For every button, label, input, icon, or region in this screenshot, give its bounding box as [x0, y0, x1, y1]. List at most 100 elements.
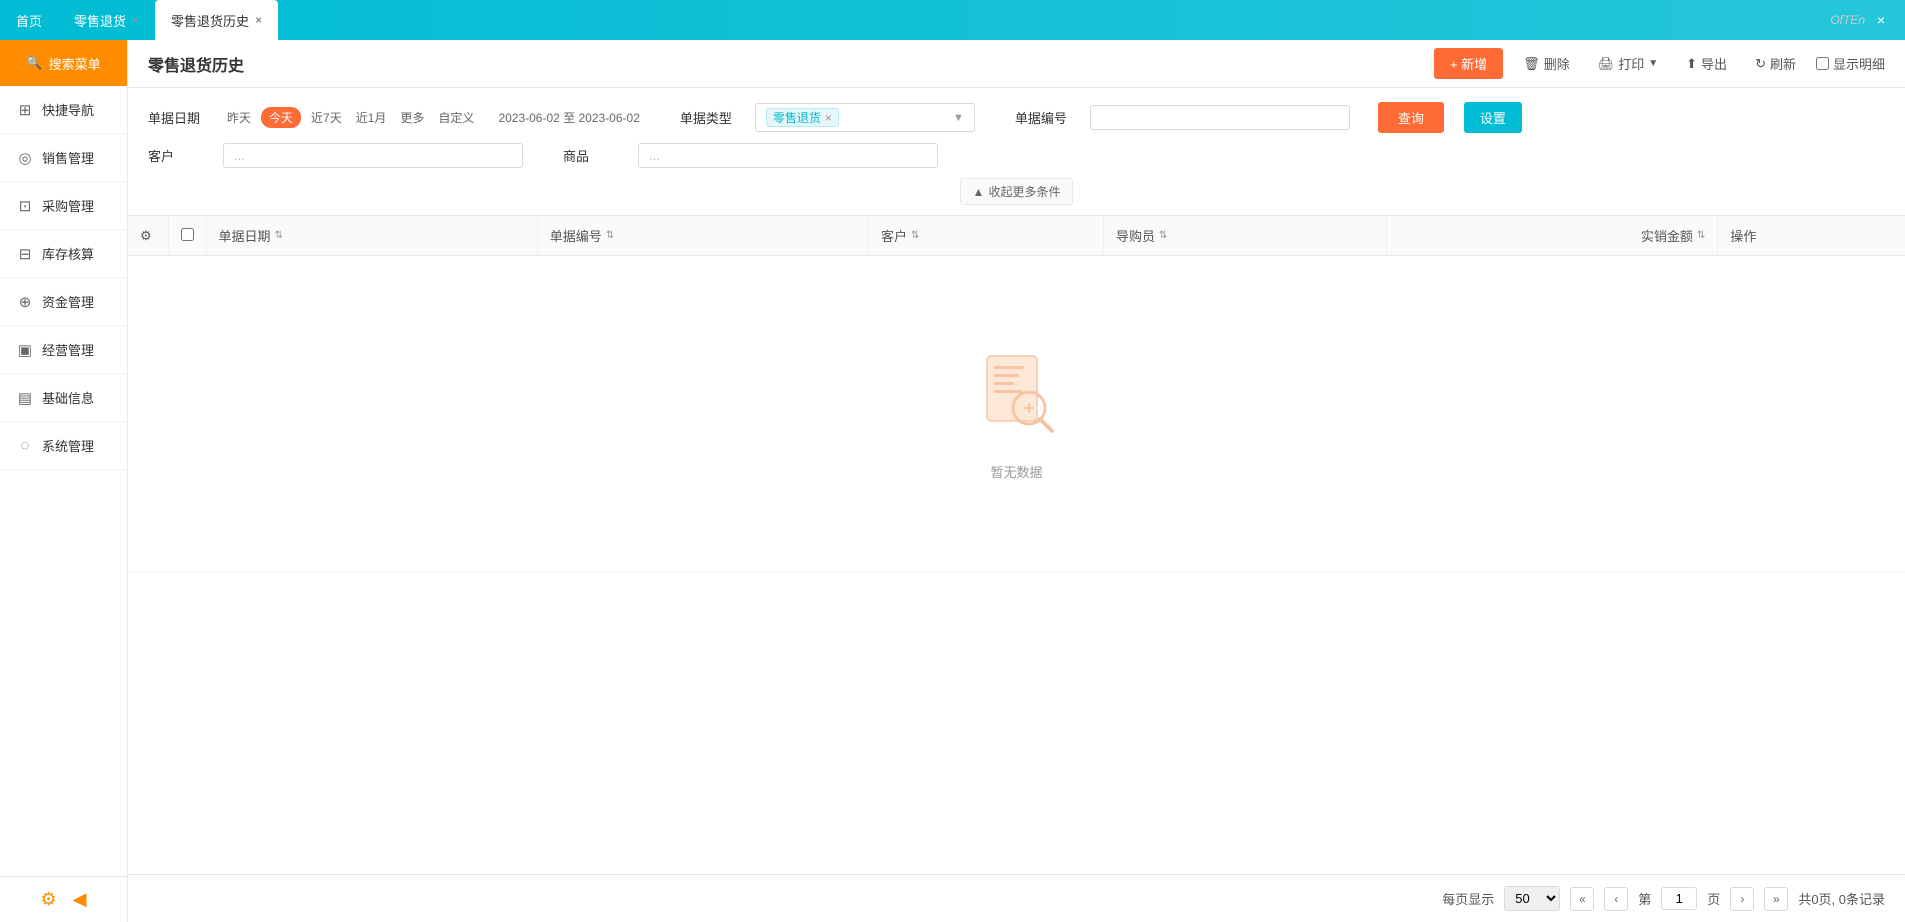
window-close-button[interactable]: ×: [1873, 12, 1889, 28]
th-guide[interactable]: 导购员 ⇅: [1103, 216, 1386, 256]
customer-placeholder: ...: [234, 148, 245, 163]
sidebar-item-operations-label: 经营管理: [42, 340, 94, 359]
filter-area: 单据日期 昨天 今天 近7天 近1月 更多 自定义 2023-06-02 至 2…: [128, 88, 1905, 216]
voucher-no-label: 单据编号: [1015, 108, 1070, 127]
date-btn-more[interactable]: 更多: [396, 107, 428, 128]
table-body: 暂无数据: [128, 256, 1905, 572]
th-no-label: 单据编号: [550, 226, 602, 245]
delete-button[interactable]: 🗑 删除: [1515, 50, 1578, 77]
tab-home[interactable]: 首页: [0, 0, 58, 40]
quick-nav-icon: ⊞: [16, 101, 34, 119]
tab-retail-return-close[interactable]: ×: [132, 13, 139, 27]
th-no-sort-icon: ⇅: [606, 230, 614, 241]
sidebar-item-sales-mgmt[interactable]: ◎ 销售管理: [0, 134, 127, 182]
th-date[interactable]: 单据日期 ⇅: [206, 216, 537, 256]
page-size-label: 每页显示: [1442, 889, 1494, 908]
th-date-sort[interactable]: 单据日期 ⇅: [219, 226, 525, 245]
query-button[interactable]: 查询: [1378, 102, 1444, 133]
tab-retail-return-history-close[interactable]: ×: [255, 13, 262, 27]
th-checkbox[interactable]: [168, 216, 206, 256]
th-settings[interactable]: ⚙: [128, 216, 168, 256]
th-amount[interactable]: 实销金额 ⇅: [1387, 216, 1718, 256]
page-next-button[interactable]: ›: [1730, 887, 1754, 911]
date-btn-7days[interactable]: 近7天: [307, 107, 346, 128]
goods-select[interactable]: ...: [638, 143, 938, 168]
filter-row-1: 单据日期 昨天 今天 近7天 近1月 更多 自定义 2023-06-02 至 2…: [148, 102, 1885, 133]
th-action-label: 操作: [1730, 229, 1756, 244]
show-detail-checkbox-wrap[interactable]: 显示明细: [1816, 54, 1885, 73]
sidebar-item-inventory-label: 库存核算: [42, 244, 94, 263]
tab-retail-return[interactable]: 零售退货 ×: [58, 0, 155, 40]
search-icon: 🔍: [26, 55, 42, 71]
table-header-row: ⚙ 单据日期 ⇅ 单据编号: [128, 216, 1905, 256]
content-area: 零售退货历史 + 新增 🗑 删除 🖨 打印 ▼ ⬆ 导出 ↻: [128, 40, 1905, 922]
print-icon: 🖨: [1598, 56, 1615, 72]
sidebar-item-finance-label: 资金管理: [42, 292, 94, 311]
collapse-button[interactable]: ▲ 收起更多条件: [960, 178, 1074, 205]
sidebar-search[interactable]: 🔍 搜索菜单: [0, 40, 127, 86]
voucher-type-label: 单据类型: [680, 108, 735, 127]
th-no[interactable]: 单据编号 ⇅: [537, 216, 868, 256]
voucher-type-tag-close[interactable]: ×: [825, 111, 832, 125]
page-header: 零售退货历史 + 新增 🗑 删除 🖨 打印 ▼ ⬆ 导出 ↻: [128, 40, 1905, 88]
settings-button[interactable]: 设置: [1464, 102, 1522, 133]
select-all-checkbox[interactable]: [181, 228, 194, 241]
date-btn-1month[interactable]: 近1月: [352, 107, 391, 128]
collapse-label: 收起更多条件: [988, 183, 1060, 200]
inventory-icon: ⊟: [16, 245, 34, 263]
basic-info-icon: ▤: [16, 389, 34, 407]
th-customer[interactable]: 客户 ⇅: [869, 216, 1104, 256]
th-amount-sort[interactable]: 实销金额 ⇅: [1399, 226, 1705, 245]
empty-state-illustration: [967, 346, 1067, 446]
sidebar-collapse-icon[interactable]: ◀: [73, 889, 87, 910]
customer-filter-label: 客户: [148, 146, 203, 165]
sidebar-item-purchase-mgmt[interactable]: ⊡ 采购管理: [0, 182, 127, 230]
empty-state: 暂无数据: [140, 266, 1893, 561]
export-label: 导出: [1701, 54, 1727, 73]
date-btn-yesterday[interactable]: 昨天: [223, 107, 255, 128]
sidebar-item-basic-info[interactable]: ▤ 基础信息: [0, 374, 127, 422]
th-guide-sort[interactable]: 导购员 ⇅: [1116, 226, 1374, 245]
page-label: 页: [1707, 889, 1720, 908]
th-no-sort[interactable]: 单据编号 ⇅: [550, 226, 856, 245]
th-date-sort-icon: ⇅: [275, 230, 283, 241]
empty-state-row: 暂无数据: [128, 256, 1905, 572]
voucher-type-tag: 零售退货 ×: [766, 108, 839, 127]
sidebar-search-label: 搜索菜单: [49, 54, 101, 73]
page-first-button[interactable]: «: [1570, 887, 1594, 911]
tab-retail-return-history[interactable]: 零售退货历史 ×: [155, 0, 278, 40]
page-total-label: 共0页, 0条记录: [1798, 889, 1885, 908]
page-last-button[interactable]: »: [1764, 887, 1788, 911]
pagination-bar: 每页显示 10 20 50 100 « ‹ 第 页 › » 共0页, 0条记录: [128, 874, 1905, 922]
top-bar: 首页 零售退货 × 零售退货历史 × OfTEn ×: [0, 0, 1905, 40]
page-number-input[interactable]: [1661, 887, 1697, 910]
show-detail-checkbox[interactable]: [1816, 57, 1829, 70]
print-label: 打印: [1618, 54, 1644, 73]
new-button[interactable]: + 新增: [1434, 48, 1503, 79]
th-customer-sort[interactable]: 客户 ⇅: [881, 226, 1091, 245]
sidebar-item-finance[interactable]: ⊕ 资金管理: [0, 278, 127, 326]
voucher-no-input[interactable]: [1090, 105, 1350, 130]
sidebar-item-operations[interactable]: ▣ 经营管理: [0, 326, 127, 374]
refresh-icon: ↻: [1755, 56, 1766, 72]
sidebar-item-system-mgmt[interactable]: ◌ 系统管理: [0, 422, 127, 470]
sidebar-item-quick-nav[interactable]: ⊞ 快捷导航: [0, 86, 127, 134]
page-size-select[interactable]: 10 20 50 100: [1504, 886, 1560, 911]
page-prev-button[interactable]: ‹: [1604, 887, 1628, 911]
export-button[interactable]: ⬆ 导出: [1678, 50, 1735, 77]
voucher-type-select[interactable]: 零售退货 × ▼: [755, 103, 975, 132]
date-btn-custom[interactable]: 自定义: [434, 107, 478, 128]
purchase-mgmt-icon: ⊡: [16, 197, 34, 215]
refresh-button[interactable]: ↻ 刷新: [1747, 50, 1804, 77]
sidebar-bottom: ⚙ ◀: [0, 876, 127, 922]
date-btn-today[interactable]: 今天: [261, 107, 301, 128]
voucher-type-tag-label: 零售退货: [773, 109, 821, 126]
print-button[interactable]: 🖨 打印 ▼: [1590, 50, 1666, 77]
settings-gear-icon[interactable]: ⚙: [41, 889, 57, 910]
often-text: OfTEn: [1830, 13, 1865, 27]
th-amount-label: 实销金额: [1641, 226, 1693, 245]
export-icon: ⬆: [1686, 56, 1697, 72]
sidebar-item-inventory[interactable]: ⊟ 库存核算: [0, 230, 127, 278]
sidebar: 🔍 搜索菜单 ⊞ 快捷导航 ◎ 销售管理 ⊡ 采购管理 ⊟ 库存核算 ⊕ 资金管…: [0, 40, 128, 922]
customer-select[interactable]: ...: [223, 143, 523, 168]
